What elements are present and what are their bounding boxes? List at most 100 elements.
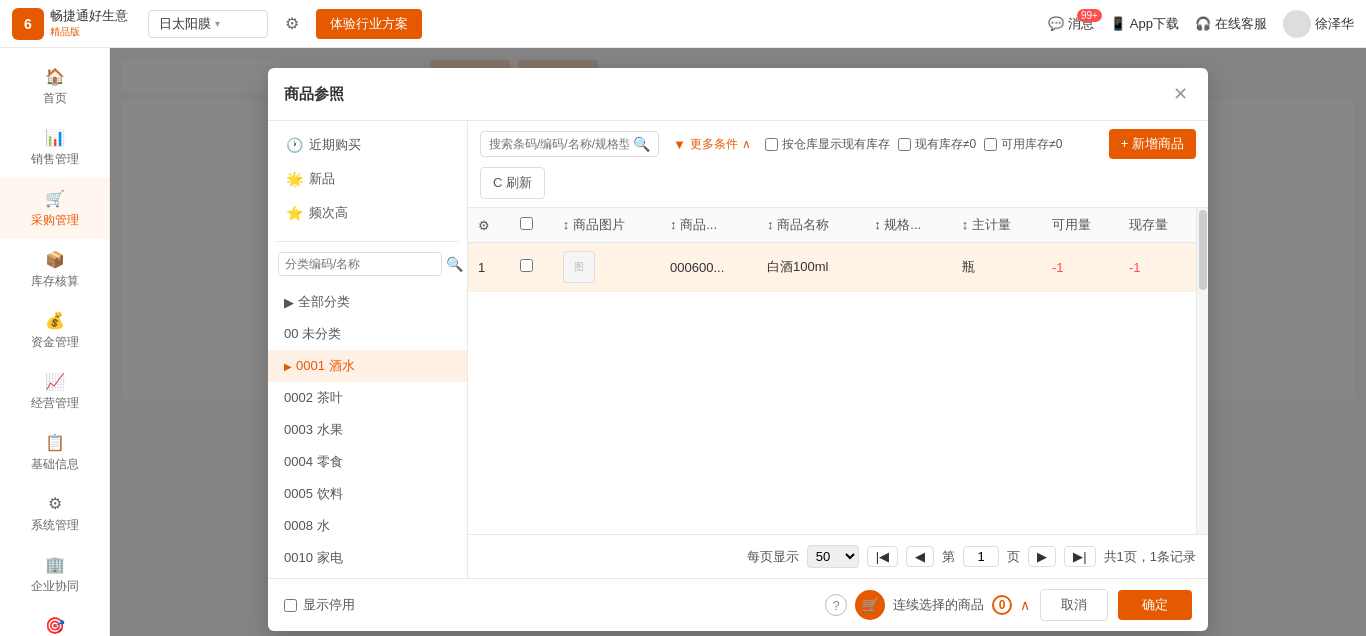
product-search-icon[interactable]: 🔍 — [633, 136, 650, 152]
left-panel: 🕐 近期购买 🌟 新品 ⭐ 频次高 — [268, 121, 468, 578]
next-page-button[interactable]: ▶ — [1028, 546, 1056, 567]
last-page-button[interactable]: ▶| — [1064, 546, 1095, 567]
show-disabled-checkbox[interactable] — [284, 599, 297, 612]
modal-footer: 显示停用 ? 🛒 连续选择的商品 0 ∧ 取消 确定 — [268, 578, 1208, 631]
modal-close-button[interactable]: ✕ — [1168, 82, 1192, 106]
cart-collapse-icon[interactable]: ∧ — [1020, 597, 1030, 613]
sidebar-item-operations[interactable]: 📈 经营管理 — [0, 361, 109, 422]
col-spec[interactable]: ↕ 规格... — [864, 208, 951, 243]
sidebar-item-system[interactable]: ⚙ 系统管理 — [0, 483, 109, 544]
prev-page-button[interactable]: ◀ — [906, 546, 934, 567]
active-arrow-icon: ▶ — [284, 361, 292, 372]
sidebar-item-sales[interactable]: 📊 销售管理 — [0, 117, 109, 178]
sidebar-item-guide[interactable]: 🎯 新手引导 — [0, 605, 109, 636]
selected-count-badge: 0 — [992, 595, 1012, 615]
new-icon: 🌟 — [286, 171, 303, 187]
online-service-item[interactable]: 🎧 在线客服 — [1195, 15, 1267, 33]
page-number-input[interactable] — [963, 546, 999, 567]
col-stock: 现存量 — [1119, 208, 1196, 243]
category-search-row: 🔍 — [268, 246, 467, 282]
table-row[interactable]: 1 图 — [468, 243, 1196, 292]
row-available: -1 — [1042, 243, 1119, 292]
row-name: 白酒100ml — [757, 243, 864, 292]
user-item[interactable]: 徐泽华 — [1283, 10, 1354, 38]
top-nav: 6 畅捷通好生意 精品版 日太阳膜 ▾ ⚙ 体验行业方案 💬 消息 99+ 📱 … — [0, 0, 1366, 48]
page-label-2: 页 — [1007, 548, 1020, 566]
category-0003[interactable]: 0003 水果 — [268, 414, 467, 446]
logo-sub: 精品版 — [50, 25, 128, 39]
app-download-item[interactable]: 📱 App下载 — [1110, 15, 1179, 33]
checkbox-warehouse-stock[interactable]: 按仓库显示现有库存 — [765, 136, 890, 153]
footer-mid: ? 🛒 连续选择的商品 0 ∧ — [825, 590, 1030, 620]
sidebar-label-home: 首页 — [43, 90, 67, 107]
tab-new-items[interactable]: 🌟 新品 — [276, 163, 459, 195]
col-code[interactable]: ↕ 商品... — [660, 208, 757, 243]
checkbox-available-input[interactable] — [984, 138, 997, 151]
nav-store-dropdown[interactable]: 日太阳膜 ▾ — [148, 10, 268, 38]
cart-icon[interactable]: 🛒 — [855, 590, 885, 620]
page-size-select[interactable]: 50 100 200 — [807, 545, 859, 568]
settings-icon[interactable]: ⚙ — [276, 8, 308, 40]
message-item[interactable]: 💬 消息 99+ — [1048, 15, 1094, 33]
logo-text: 畅捷通好生意 — [50, 8, 128, 25]
logo-icon: 6 — [12, 8, 44, 40]
inventory-icon: 📦 — [45, 249, 65, 269]
scrollbar-thumb[interactable] — [1199, 210, 1207, 290]
sidebar-item-finance[interactable]: 💰 资金管理 — [0, 300, 109, 361]
cancel-button[interactable]: 取消 — [1040, 589, 1108, 621]
col-code-sort: ↕ — [670, 217, 677, 232]
product-search-input[interactable] — [489, 137, 629, 151]
logo-area: 6 畅捷通好生意 精品版 — [12, 8, 128, 40]
message-badge: 99+ — [1077, 9, 1102, 22]
row-select-checkbox[interactable] — [520, 259, 533, 272]
help-icon[interactable]: ? — [825, 594, 847, 616]
more-filter-button[interactable]: ▼ 更多条件 ∧ — [667, 132, 757, 157]
category-00[interactable]: 00 未分类 — [268, 318, 467, 350]
tab-recent-purchase[interactable]: 🕐 近期购买 — [276, 129, 459, 161]
category-search-input[interactable] — [278, 252, 442, 276]
sidebar-item-basic-info[interactable]: 📋 基础信息 — [0, 422, 109, 483]
category-0002[interactable]: 0002 茶叶 — [268, 382, 467, 414]
finance-icon: 💰 — [45, 310, 65, 330]
category-0004[interactable]: 0004 零食 — [268, 446, 467, 478]
sidebar-item-purchase[interactable]: 🛒 采购管理 — [0, 178, 109, 239]
category-0001[interactable]: ▶ 0001 酒水 — [268, 350, 467, 382]
select-all-checkbox[interactable] — [520, 217, 533, 230]
sidebar-item-enterprise[interactable]: 🏢 企业协同 — [0, 544, 109, 605]
total-info: 共1页，1条记录 — [1104, 548, 1196, 566]
sidebar-item-inventory[interactable]: 📦 库存核算 — [0, 239, 109, 300]
guide-icon: 🎯 — [45, 615, 65, 635]
col-name[interactable]: ↕ 商品名称 — [757, 208, 864, 243]
refresh-button[interactable]: C 刷新 — [480, 167, 545, 199]
row-image: 图 — [553, 243, 660, 292]
category-all[interactable]: ▶ 全部分类 — [268, 286, 467, 318]
headset-icon: 🎧 — [1195, 16, 1211, 31]
sidebar-label-purchase: 采购管理 — [31, 212, 79, 229]
category-search-button[interactable]: 🔍 — [446, 256, 463, 272]
category-0008[interactable]: 0008 水 — [268, 510, 467, 542]
checkbox-available-stock[interactable]: 可用库存≠0 — [984, 136, 1062, 153]
system-icon: ⚙ — [45, 493, 65, 513]
first-page-button[interactable]: |◀ — [867, 546, 898, 567]
product-table: ⚙ ↕ 商品图片 — [468, 208, 1196, 292]
chevron-down-icon: ▾ — [215, 18, 220, 29]
checkbox-current-stock[interactable]: 现有库存≠0 — [898, 136, 976, 153]
tab-high-frequency[interactable]: ⭐ 频次高 — [276, 197, 459, 229]
col-image: ↕ 商品图片 — [553, 208, 660, 243]
confirm-button[interactable]: 确定 — [1118, 590, 1192, 620]
add-product-button[interactable]: + 新增商品 — [1109, 129, 1196, 159]
col-unit[interactable]: ↕ 主计量 — [952, 208, 1042, 243]
col-settings[interactable]: ⚙ — [468, 208, 510, 243]
table-settings-icon[interactable]: ⚙ — [478, 218, 490, 233]
table-scrollbar[interactable] — [1196, 208, 1208, 534]
checkbox-warehouse-input[interactable] — [765, 138, 778, 151]
experience-button[interactable]: 体验行业方案 — [316, 9, 422, 39]
category-0005[interactable]: 0005 饮料 — [268, 478, 467, 510]
modal-header: 商品参照 ✕ — [268, 68, 1208, 121]
category-0010[interactable]: 0010 家电 — [268, 542, 467, 574]
sidebar-item-home[interactable]: 🏠 首页 — [0, 56, 109, 117]
checkbox-current-input[interactable] — [898, 138, 911, 151]
product-reference-modal: 商品参照 ✕ 🕐 近期购买 🌟 — [268, 68, 1208, 631]
col-spec-sort: ↕ — [874, 217, 881, 232]
col-available: 可用量 — [1042, 208, 1119, 243]
